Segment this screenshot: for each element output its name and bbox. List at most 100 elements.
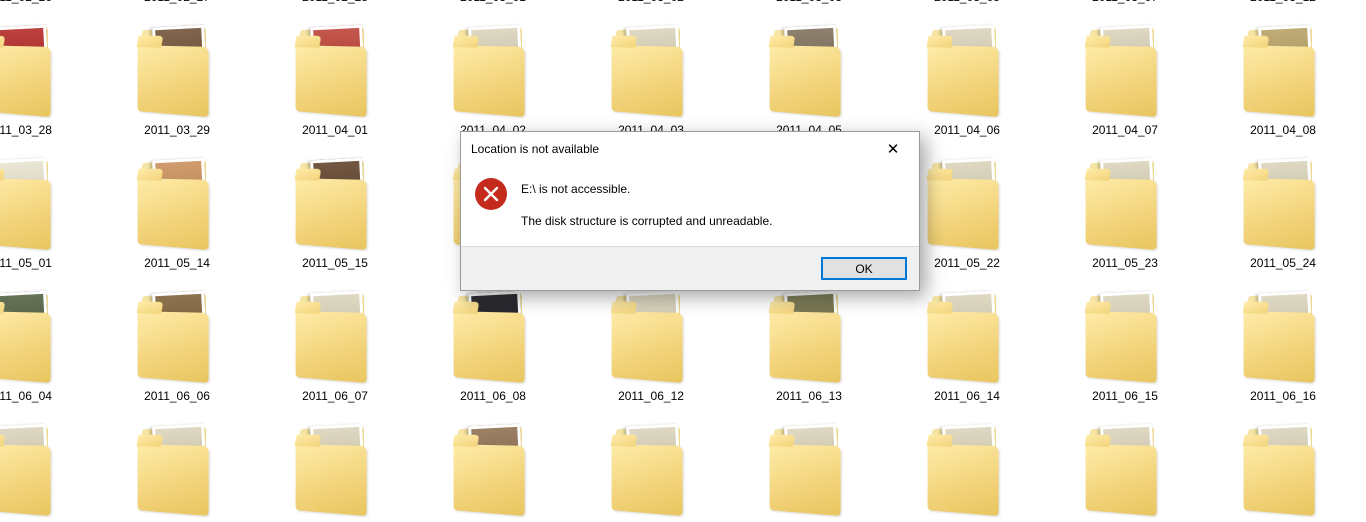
ok-button[interactable]: OK <box>821 257 907 280</box>
folder-front-icon <box>296 45 367 117</box>
folder-front-icon <box>928 45 999 117</box>
folder-front-icon <box>138 178 209 250</box>
folder-label: 2011_05_15 <box>302 256 368 270</box>
folder-label: 2011_04_06 <box>934 123 1000 137</box>
folder-front-icon <box>0 178 51 250</box>
folder-item[interactable]: 2011_03_07 <box>1051 0 1199 4</box>
folder-item[interactable]: 2011_04_01 <box>261 14 409 137</box>
folder-front-icon <box>454 311 525 383</box>
folder-label: 2011_03_12 <box>1250 0 1316 4</box>
folder-item[interactable]: 2011_04_02 <box>419 14 567 137</box>
folder-item[interactable]: 2011_04_08 <box>1209 14 1357 137</box>
folder-label: 2011_04_08 <box>1250 123 1316 137</box>
folder-item[interactable]: 2011_05_14 <box>103 147 251 270</box>
dialog-titlebar: Location is not available ✕ <box>461 132 919 166</box>
folder-item[interactable] <box>0 413 93 522</box>
folder-item[interactable]: 2011_05_24 <box>1209 147 1357 270</box>
folder-item[interactable]: 2011_03_05 <box>893 0 1041 4</box>
folder-item[interactable] <box>893 413 1041 522</box>
folder-thumbnail <box>922 280 1012 385</box>
folder-thumbnail <box>922 14 1012 119</box>
folder-item[interactable]: 2011_03_01 <box>419 0 567 4</box>
folder-item[interactable]: 2011_03_02 <box>577 0 725 4</box>
folder-label: 2011_06_06 <box>144 389 210 403</box>
folder-front-icon <box>1244 45 1315 117</box>
folder-front-icon <box>612 311 683 383</box>
folder-thumbnail <box>448 413 538 518</box>
folder-front-icon <box>928 311 999 383</box>
folder-label: 2011_06_16 <box>1250 389 1316 403</box>
folder-thumbnail <box>0 413 64 518</box>
folder-item[interactable]: 2011_04_07 <box>1051 14 1199 137</box>
dialog-body: E:\ is not accessible. The disk structur… <box>461 166 919 246</box>
folder-item[interactable]: 2011_03_29 <box>103 14 251 137</box>
folder-item[interactable] <box>735 413 883 522</box>
folder-label: 2011_03_05 <box>934 0 1000 4</box>
folder-thumbnail <box>764 413 854 518</box>
folder-item[interactable]: 2011_04_05 <box>735 14 883 137</box>
folder-thumbnail <box>1080 413 1170 518</box>
folder-label: 2011_03_07 <box>1092 0 1158 4</box>
folder-item[interactable]: 2011_03_12 <box>1209 0 1357 4</box>
folder-item[interactable]: 2011_06_13 <box>735 280 883 403</box>
folder-front-icon <box>296 178 367 250</box>
folder-front-icon <box>612 45 683 117</box>
folder-item[interactable] <box>577 413 725 522</box>
folder-front-icon <box>1244 178 1315 250</box>
folder-item[interactable] <box>103 413 251 522</box>
close-button[interactable]: ✕ <box>875 138 911 160</box>
folder-front-icon <box>0 45 51 117</box>
folder-thumbnail <box>0 147 64 252</box>
folder-label: 2011_03_29 <box>144 123 210 137</box>
folder-item[interactable] <box>1051 413 1199 522</box>
folder-item[interactable]: 2011_02_26 <box>0 0 93 4</box>
folder-front-icon <box>296 444 367 516</box>
folder-item[interactable]: 2011_06_07 <box>261 280 409 403</box>
folder-thumbnail <box>1080 14 1170 119</box>
folder-item[interactable]: 2011_04_06 <box>893 14 1041 137</box>
folder-front-icon <box>138 444 209 516</box>
folder-front-icon <box>1086 311 1157 383</box>
folder-label: 2011_03_02 <box>618 0 684 4</box>
folder-item[interactable]: 2011_02_27 <box>103 0 251 4</box>
folder-label: 2011_05_22 <box>934 256 1000 270</box>
folder-item[interactable]: 2011_06_16 <box>1209 280 1357 403</box>
folder-front-icon <box>454 45 525 117</box>
folder-item[interactable]: 2011_05_15 <box>261 147 409 270</box>
folder-item[interactable]: 2011_03_28 <box>0 14 93 137</box>
folder-item[interactable]: 2011_06_04 <box>0 280 93 403</box>
folder-front-icon <box>1244 444 1315 516</box>
folder-thumbnail <box>290 14 380 119</box>
folder-item[interactable] <box>1209 413 1357 522</box>
error-icon <box>475 178 507 210</box>
folder-thumbnail <box>290 147 380 252</box>
folder-item[interactable] <box>261 413 409 522</box>
folder-item[interactable]: 2011_05_01 <box>0 147 93 270</box>
folder-front-icon <box>928 178 999 250</box>
dialog-message-line1: E:\ is not accessible. <box>521 182 772 196</box>
folder-front-icon <box>296 311 367 383</box>
folder-thumbnail <box>132 14 222 119</box>
folder-label: 2011_05_01 <box>0 256 52 270</box>
folder-item[interactable]: 2011_04_03 <box>577 14 725 137</box>
folder-item[interactable]: 2011_06_12 <box>577 280 725 403</box>
folder-item[interactable]: 2011_06_06 <box>103 280 251 403</box>
folder-item[interactable]: 2011_02_28 <box>261 0 409 4</box>
folder-thumbnail <box>1238 147 1328 252</box>
dialog-message-line2: The disk structure is corrupted and unre… <box>521 214 772 228</box>
folder-front-icon <box>454 444 525 516</box>
folder-item[interactable]: 2011_05_23 <box>1051 147 1199 270</box>
folder-item[interactable] <box>419 413 567 522</box>
folder-label: 2011_06_12 <box>618 389 684 403</box>
folder-item[interactable]: 2011_03_03 <box>735 0 883 4</box>
folder-item[interactable]: 2011_06_15 <box>1051 280 1199 403</box>
folder-thumbnail <box>132 413 222 518</box>
folder-item[interactable]: 2011_06_14 <box>893 280 1041 403</box>
folder-front-icon <box>612 444 683 516</box>
folder-label: 2011_05_23 <box>1092 256 1158 270</box>
folder-front-icon <box>1086 45 1157 117</box>
folder-label: 2011_06_08 <box>460 389 526 403</box>
folder-item[interactable]: 2011_06_08 <box>419 280 567 403</box>
folder-label: 2011_06_07 <box>302 389 368 403</box>
folder-label: 2011_02_27 <box>144 0 210 4</box>
